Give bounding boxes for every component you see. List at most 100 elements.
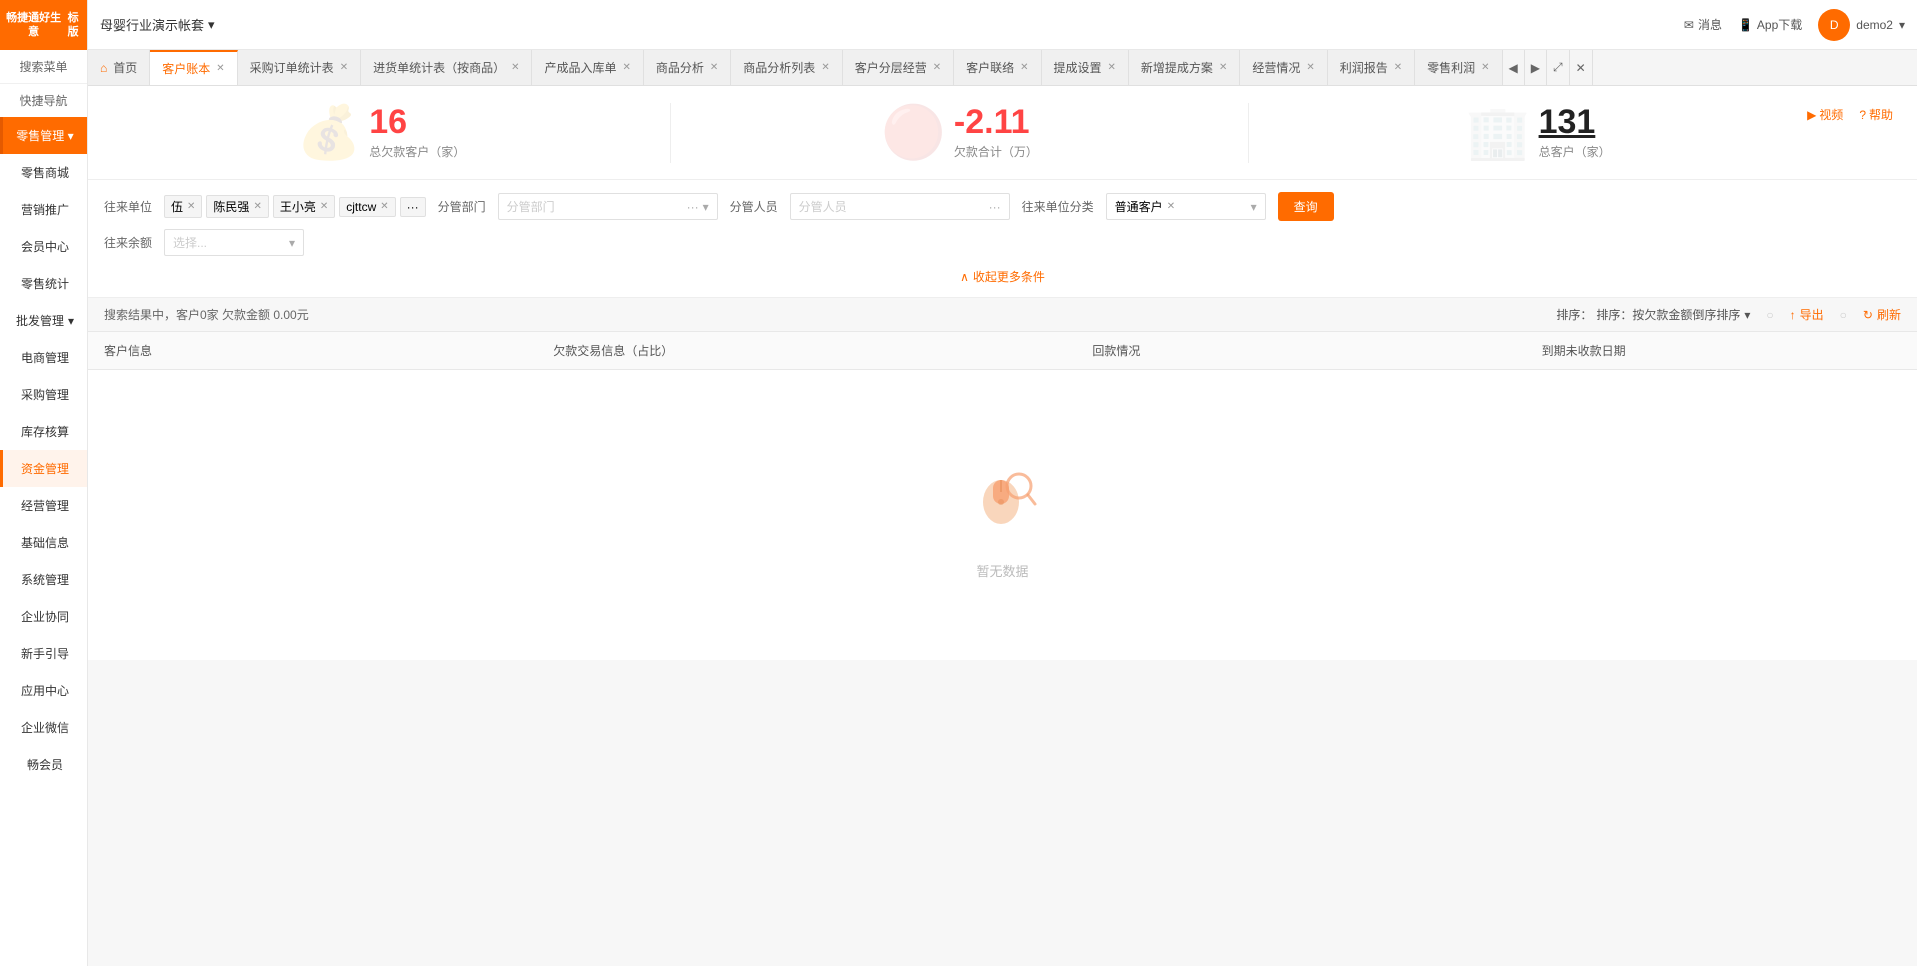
tab-purchase-order-stats[interactable]: 采购订单统计表 ✕ [238, 50, 361, 86]
tabs-scroll-right[interactable]: ▶ [1525, 50, 1547, 86]
app-logo: 畅捷通好生意 标版 [0, 0, 87, 50]
sidebar-item-enterprise-collab[interactable]: 企业协同 [0, 598, 87, 635]
tab-product-analysis-list[interactable]: 商品分析列表 ✕ [731, 50, 842, 86]
content-area: 💰 16 总欠款客户（家） 🔴 -2.11 欠款合计（万） 🏢 [88, 86, 1917, 966]
sidebar-item-app-center[interactable]: 应用中心 [0, 672, 87, 709]
sidebar-item-ecommerce[interactable]: 电商管理 [0, 339, 87, 376]
tab-close-icon[interactable]: ✕ [710, 62, 718, 73]
question-icon: ? [1859, 108, 1866, 122]
chevron-down-icon: ▾ [208, 17, 215, 33]
tag-close-icon[interactable]: ✕ [187, 201, 195, 212]
tab-close-icon[interactable]: ✕ [1020, 62, 1028, 73]
tab-close-icon[interactable]: ✕ [1306, 62, 1314, 73]
category-select[interactable]: 普通客户 ✕ ▾ [1106, 193, 1266, 220]
tabs-scroll-left[interactable]: ◀ [1503, 50, 1525, 86]
tag-close-icon[interactable]: ✕ [320, 201, 328, 212]
sidebar-item-membership[interactable]: 畅会员 [0, 746, 87, 783]
sidebar-search[interactable]: 搜索菜单 [0, 50, 87, 84]
account-selector[interactable]: 母婴行业演示帐套 ▾ [100, 15, 215, 34]
chevron-down-icon: ▾ [1899, 18, 1905, 32]
tab-close-icon[interactable]: ✕ [340, 62, 348, 73]
tab-customer-contact[interactable]: 客户联络 ✕ [954, 50, 1041, 86]
partner-tag-chen[interactable]: 陈民强 ✕ [206, 195, 268, 218]
tabs-maximize[interactable]: ⤢ [1547, 50, 1570, 86]
category-tag[interactable]: 普通客户 ✕ [1115, 198, 1175, 215]
message-btn[interactable]: ✉ 消息 [1684, 16, 1722, 33]
chevron-down-icon: ▾ [1744, 308, 1750, 322]
stat-3: 131 总客户（家） [1539, 105, 1611, 160]
sidebar-item-marketing[interactable]: 营销推广 [0, 191, 87, 228]
refresh-icon-circle: ○ [1766, 308, 1773, 322]
sidebar-quick-nav[interactable]: 快捷导航 [0, 84, 87, 117]
tabs-close-all[interactable]: ✕ [1570, 50, 1593, 86]
tab-product-analysis[interactable]: 商品分析 ✕ [644, 50, 731, 86]
partner-tag-cjttcw[interactable]: cjttcw ✕ [339, 197, 395, 217]
tab-business-overview[interactable]: 经营情况 ✕ [1240, 50, 1327, 86]
sidebar-item-basic-info[interactable]: 基础信息 [0, 524, 87, 561]
refresh-btn[interactable]: ↻ 刷新 [1863, 306, 1901, 323]
help-btn[interactable]: ? 帮助 [1859, 106, 1893, 123]
tab-close-icon[interactable]: ✕ [821, 62, 829, 73]
sidebar-item-retail-stats[interactable]: 零售统计 [0, 265, 87, 302]
stat-value-2: -2.11 [954, 105, 1038, 139]
partner-tag-wang[interactable]: 王小亮 ✕ [273, 195, 335, 218]
tab-close-icon[interactable]: ✕ [1219, 62, 1227, 73]
filter-area: 往来单位 伍 ✕ 陈民强 ✕ 王小亮 ✕ cjttcw [88, 180, 1917, 298]
sidebar-item-wechat[interactable]: 企业微信 [0, 709, 87, 746]
sidebar-item-purchase[interactable]: 采购管理 [0, 376, 87, 413]
sort-selector[interactable]: 排序： 排序：按欠款金额倒序排序 ▾ [1556, 306, 1750, 323]
app-download-btn[interactable]: 📱 App下载 [1738, 16, 1802, 33]
category-label: 往来单位分类 [1022, 198, 1094, 215]
sidebar-item-retail-mgmt[interactable]: 零售管理 ▾ [0, 117, 87, 154]
tab-customer-ledger[interactable]: 客户账本 ✕ [150, 50, 237, 86]
table-header: 客户信息 欠款交易信息（占比） 回款情况 到期未收款日期 [88, 332, 1917, 370]
stat-value-1: 16 [369, 105, 465, 139]
collapse-btn[interactable]: ∧ 收起更多条件 [960, 268, 1045, 285]
sidebar-item-member-center[interactable]: 会员中心 [0, 228, 87, 265]
tag-close-icon[interactable]: ✕ [380, 201, 388, 212]
tab-new-commission-plan[interactable]: 新增提成方案 ✕ [1129, 50, 1240, 86]
tab-close-icon[interactable]: ✕ [1394, 62, 1402, 73]
person-select[interactable]: 分管人员 ··· [790, 193, 1010, 220]
export-icon-circle: ○ [1840, 308, 1847, 322]
tab-close-icon[interactable]: ✕ [511, 62, 519, 73]
tab-customer-segmentation[interactable]: 客户分层经营 ✕ [843, 50, 954, 86]
top-bar-right: ✉ 消息 📱 App下载 D demo2 ▾ [1684, 9, 1905, 41]
user-avatar[interactable]: D demo2 ▾ [1818, 9, 1905, 41]
th-debt-info: 欠款交易信息（占比） [553, 342, 1092, 359]
stat-block-2: 🔴 -2.11 欠款合计（万） [691, 102, 1229, 163]
sidebar-item-inventory[interactable]: 库存核算 [0, 413, 87, 450]
sidebar-item-wholesale-mgmt[interactable]: 批发管理 ▾ [0, 302, 87, 339]
tab-close-icon[interactable]: ✕ [933, 62, 941, 73]
tab-production-inbound[interactable]: 产成品入库单 ✕ [532, 50, 643, 86]
tab-inbound-stats-by-product[interactable]: 进货单统计表（按商品） ✕ [361, 50, 532, 86]
chevron-down-icon: ▾ [703, 200, 709, 214]
tag-close-icon[interactable]: ✕ [253, 201, 261, 212]
tab-home[interactable]: ⌂ 首页 [88, 50, 150, 86]
balance-select[interactable]: 选择... ▾ [164, 229, 304, 256]
sidebar-item-tutorial[interactable]: 新手引导 [0, 635, 87, 672]
department-select[interactable]: 分管部门 ··· ▾ [498, 193, 718, 220]
category-tag-close-icon[interactable]: ✕ [1167, 201, 1175, 212]
query-button[interactable]: 查询 [1278, 192, 1334, 221]
tab-close-icon[interactable]: ✕ [216, 63, 224, 74]
stat-2: -2.11 欠款合计（万） [954, 105, 1038, 160]
tab-retail-profit[interactable]: 零售利润 ✕ [1415, 50, 1502, 86]
video-help-btn[interactable]: ▶ 视频 [1807, 106, 1843, 123]
sidebar-item-finance[interactable]: 资金管理 [0, 450, 87, 487]
export-btn[interactable]: ↑ 导出 [1790, 306, 1824, 323]
sidebar-item-system[interactable]: 系统管理 [0, 561, 87, 598]
empty-icon [963, 450, 1043, 549]
partner-tag-wu[interactable]: 伍 ✕ [164, 195, 202, 218]
tab-close-icon[interactable]: ✕ [1481, 62, 1489, 73]
partner-tag-more[interactable]: ··· [400, 197, 426, 217]
tab-close-icon[interactable]: ✕ [1108, 62, 1116, 73]
stat-divider-1 [670, 103, 671, 163]
tab-profit-report[interactable]: 利润报告 ✕ [1328, 50, 1415, 86]
top-bar-left: 母婴行业演示帐套 ▾ [100, 15, 215, 34]
sidebar-item-operations[interactable]: 经营管理 [0, 487, 87, 524]
tab-close-icon[interactable]: ✕ [623, 62, 631, 73]
sidebar-item-retail-mall[interactable]: 零售商城 [0, 154, 87, 191]
balance-placeholder: 选择... [173, 234, 285, 251]
tab-commission-settings[interactable]: 提成设置 ✕ [1042, 50, 1129, 86]
